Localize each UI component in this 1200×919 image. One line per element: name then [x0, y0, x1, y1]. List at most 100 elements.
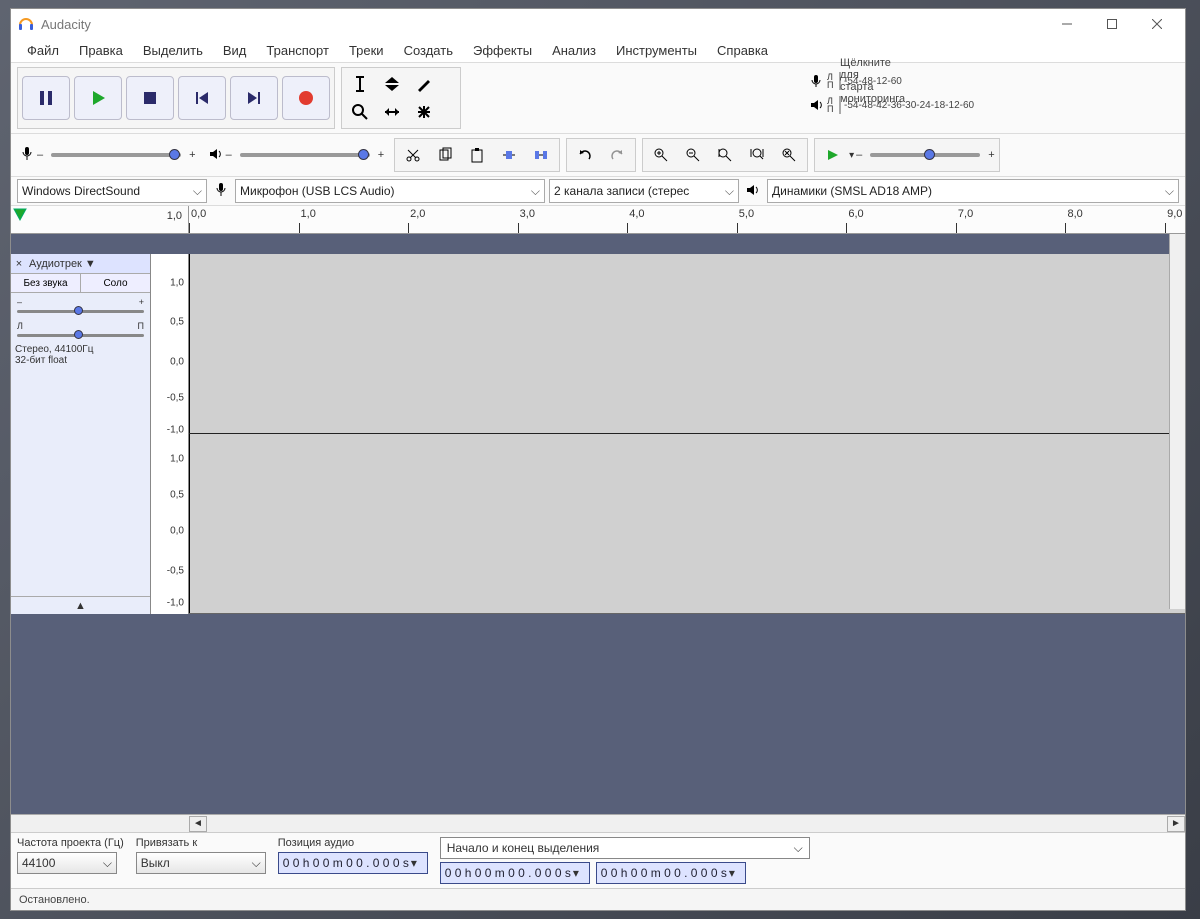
- skip-start-button[interactable]: [178, 76, 226, 120]
- transport-toolbar: [17, 67, 335, 129]
- track-name-dropdown[interactable]: Аудиотрек ▼: [27, 258, 150, 270]
- waveform-right[interactable]: [189, 434, 1185, 614]
- zoom-out-button[interactable]: [677, 141, 709, 169]
- play-speed-button[interactable]: [817, 141, 849, 169]
- pause-button[interactable]: [22, 76, 70, 120]
- audio-host-combo[interactable]: Windows DirectSound⌵: [17, 179, 207, 203]
- waveform-left[interactable]: [189, 254, 1185, 434]
- menu-generate[interactable]: Создать: [394, 41, 463, 60]
- audio-position-field[interactable]: 0 0 h 0 0 m 0 0 . 0 0 0 s▾: [278, 852, 428, 874]
- solo-button[interactable]: Соло: [81, 274, 150, 292]
- mic-icon: [19, 146, 35, 165]
- zoom-tool[interactable]: [344, 98, 376, 126]
- redo-button[interactable]: [601, 141, 633, 169]
- menu-view[interactable]: Вид: [213, 41, 257, 60]
- track-collapse-button[interactable]: ▲: [11, 596, 150, 614]
- app-logo-icon: [17, 15, 35, 33]
- meter-lp-label: ЛП: [827, 97, 839, 113]
- project-rate-combo[interactable]: 44100⌵: [17, 852, 117, 874]
- undo-button[interactable]: [569, 141, 601, 169]
- selection-end-field[interactable]: 0 0 h 0 0 m 0 0 . 0 0 0 s▾: [596, 862, 746, 884]
- timeshift-tool[interactable]: [376, 98, 408, 126]
- selection-tool[interactable]: [344, 70, 376, 98]
- titlebar: Audacity: [11, 9, 1185, 39]
- menu-transport[interactable]: Транспорт: [256, 41, 339, 60]
- close-button[interactable]: [1134, 10, 1179, 38]
- vol-plus-icon: +: [189, 149, 195, 161]
- menu-analyze[interactable]: Анализ: [542, 41, 606, 60]
- timeline-ruler[interactable]: 1,0 0,0 1,0 2,0 3,0 4,0 5,0 6,0 7,0 8,0 …: [11, 206, 1185, 234]
- mic-meter-icon[interactable]: [805, 74, 827, 88]
- undo-toolbar: [566, 138, 636, 172]
- copy-button[interactable]: [429, 141, 461, 169]
- record-button[interactable]: [282, 76, 330, 120]
- scroll-left-button[interactable]: ◄: [189, 816, 207, 832]
- vertical-scrollbar[interactable]: [1169, 234, 1185, 609]
- track-gain-slider[interactable]: [17, 310, 144, 313]
- playback-meter[interactable]: -54-48-42-36-30-24-18-12-60: [839, 96, 841, 114]
- track-area: × Аудиотрек ▼ Без звука Соло –+ ЛП Стере…: [11, 234, 1185, 832]
- speaker-meter-icon[interactable]: [805, 98, 827, 112]
- selection-toolbar: Частота проекта (Гц) 44100⌵ Привязать к …: [11, 832, 1185, 888]
- menu-tools[interactable]: Инструменты: [606, 41, 707, 60]
- multi-tool[interactable]: [408, 98, 440, 126]
- silence-button[interactable]: [525, 141, 557, 169]
- mute-button[interactable]: Без звука: [11, 274, 81, 292]
- scroll-right-button[interactable]: ►: [1167, 816, 1185, 832]
- menu-tracks[interactable]: Треки: [339, 41, 394, 60]
- menu-edit[interactable]: Правка: [69, 41, 133, 60]
- maximize-button[interactable]: [1089, 10, 1134, 38]
- play-device-combo[interactable]: Динамики (SMSL AD18 AMP)⌵: [767, 179, 1179, 203]
- track-pan-slider[interactable]: [17, 334, 144, 337]
- vol-minus-icon: –: [226, 149, 232, 161]
- device-toolbar: Windows DirectSound⌵ Микрофон (USB LCS A…: [11, 177, 1185, 206]
- track-scale: 1,0 0,5 0,0 -0,5 -1,0 1,0 0,5 0,0 -0,5 -…: [151, 254, 189, 614]
- zoom-toggle-button[interactable]: [773, 141, 805, 169]
- selection-start-field[interactable]: 0 0 h 0 0 m 0 0 . 0 0 0 s▾: [440, 862, 590, 884]
- track-format-info: Стерео, 44100Гц 32-бит float: [11, 341, 150, 369]
- track-control-panel: × Аудиотрек ▼ Без звука Соло –+ ЛП Стере…: [11, 254, 151, 614]
- selection-mode-combo[interactable]: Начало и конец выделения⌵: [440, 837, 810, 859]
- playhead-icon[interactable]: [13, 208, 27, 225]
- meter-lp-label: ЛП: [827, 73, 839, 89]
- menubar: Файл Правка Выделить Вид Транспорт Треки…: [11, 39, 1185, 63]
- play-volume-toolbar: – +: [206, 138, 389, 172]
- vol-plus-icon: +: [378, 149, 384, 161]
- rec-device-combo[interactable]: Микрофон (USB LCS Audio)⌵: [235, 179, 545, 203]
- speaker-icon: [745, 182, 761, 201]
- play-volume-slider[interactable]: [240, 153, 370, 157]
- recording-meter[interactable]: -54-48-12-60 Щёлкните для старта монитор…: [839, 72, 841, 90]
- app-window: Audacity Файл Правка Выделить Вид Трансп…: [10, 8, 1186, 911]
- zoom-in-button[interactable]: [645, 141, 677, 169]
- paste-button[interactable]: [461, 141, 493, 169]
- stop-button[interactable]: [126, 76, 174, 120]
- snap-combo[interactable]: Выкл⌵: [136, 852, 266, 874]
- ruler-label: 1,0: [167, 210, 182, 222]
- speed-plus-icon: +: [988, 149, 994, 161]
- fit-selection-button[interactable]: [709, 141, 741, 169]
- project-rate-label: Частота проекта (Гц): [17, 837, 124, 849]
- tools-toolbar: [341, 67, 461, 129]
- envelope-tool[interactable]: [376, 70, 408, 98]
- rec-volume-slider[interactable]: [51, 153, 181, 157]
- menu-select[interactable]: Выделить: [133, 41, 213, 60]
- audio-track: × Аудиотрек ▼ Без звука Соло –+ ЛП Стере…: [11, 254, 1185, 614]
- track-close-button[interactable]: ×: [11, 258, 27, 270]
- menu-help[interactable]: Справка: [707, 41, 778, 60]
- rec-channels-combo[interactable]: 2 канала записи (стерес⌵: [549, 179, 739, 203]
- speed-minus-icon: –: [856, 149, 862, 161]
- fit-project-button[interactable]: [741, 141, 773, 169]
- trim-button[interactable]: [493, 141, 525, 169]
- menu-effects[interactable]: Эффекты: [463, 41, 542, 60]
- play-button[interactable]: [74, 76, 122, 120]
- status-text: Остановлено.: [19, 894, 90, 906]
- rec-volume-toolbar: – +: [17, 138, 200, 172]
- play-speed-slider[interactable]: [870, 153, 980, 157]
- horizontal-scrollbar[interactable]: ◄ ►: [11, 814, 1185, 832]
- cut-button[interactable]: [397, 141, 429, 169]
- menu-file[interactable]: Файл: [17, 41, 69, 60]
- draw-tool[interactable]: [408, 70, 440, 98]
- play-speed-toolbar: ▾ – +: [814, 138, 1000, 172]
- minimize-button[interactable]: [1044, 10, 1089, 38]
- skip-end-button[interactable]: [230, 76, 278, 120]
